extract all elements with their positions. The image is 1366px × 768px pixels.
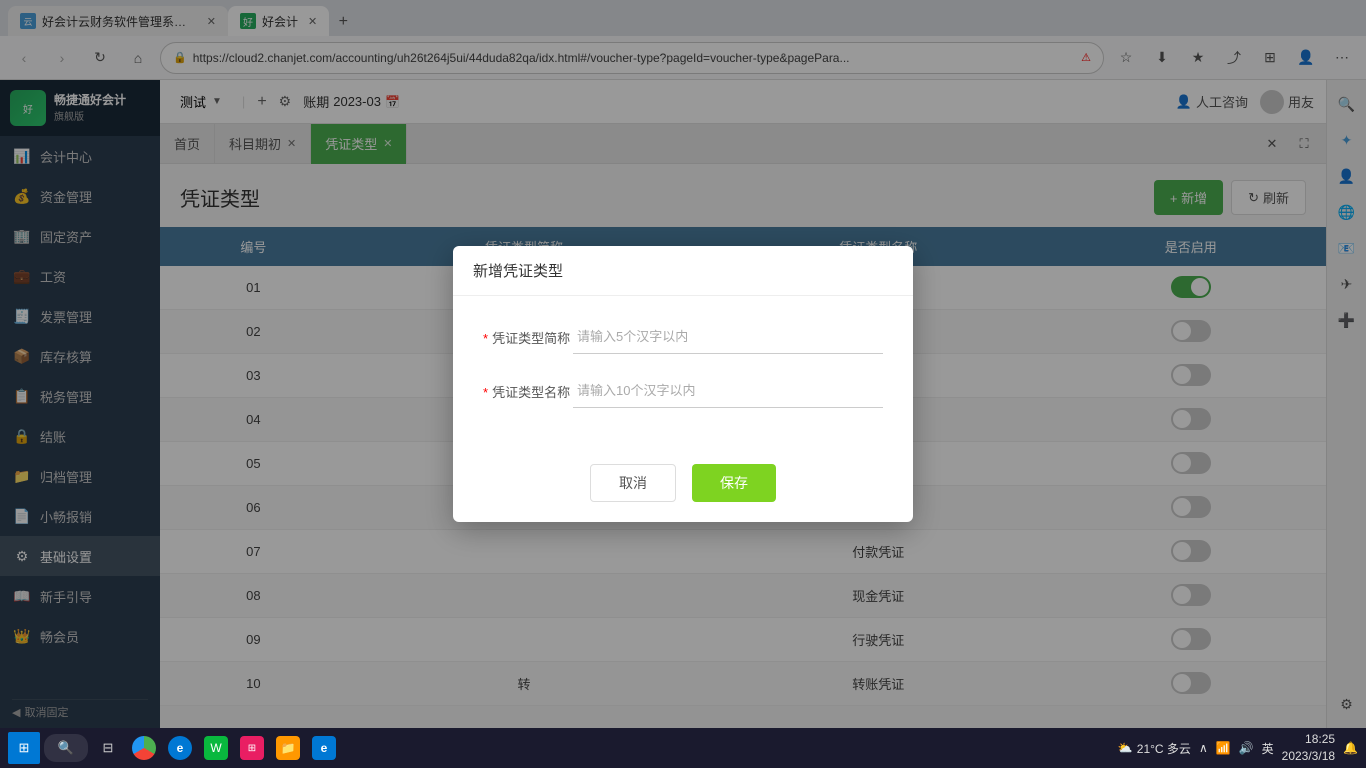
start-button[interactable]: ⊞ [8,732,40,764]
modal-body: *凭证类型简称 *凭证类型名称 [453,296,913,452]
taskbar-chrome[interactable] [128,732,160,764]
taskbar-multitasking[interactable]: ⊟ [92,732,124,764]
full-name-input[interactable] [573,374,883,408]
taskbar-app4[interactable]: ⊞ [236,732,268,764]
short-name-label: *凭证类型简称 [483,328,573,347]
taskbar-right: ⛅ 21°C 多云 ∧ 📶 🔊 英 18:25 2023/3/18 🔔 [1118,731,1358,765]
cancel-button[interactable]: 取消 [590,464,676,502]
full-name-label: *凭证类型名称 [483,382,573,401]
taskbar: ⊞ 🔍 ⊟ e W ⊞ 📁 e ⛅ 21°C 多云 ∧ 📶 🔊 英 18:25 … [0,728,1366,768]
taskbar-edge[interactable]: e [164,732,196,764]
volume-icon: 🔊 [1239,741,1254,755]
taskbar-files[interactable]: 📁 [272,732,304,764]
modal-footer: 取消 保存 [453,452,913,522]
add-voucher-modal: 新增凭证类型 *凭证类型简称 *凭证类型名称 取消 保存 [453,246,913,522]
taskbar-clock: 18:25 2023/3/18 [1282,731,1335,765]
wifi-icon: 📶 [1216,741,1231,755]
systray-expand[interactable]: ∧ [1199,741,1208,755]
short-name-input[interactable] [573,320,883,354]
language-indicator: 英 [1262,740,1274,757]
weather-icon: ⛅ [1118,741,1133,755]
clock-time: 18:25 [1282,731,1335,748]
form-group-short: *凭证类型简称 [483,320,883,354]
clock-date: 2023/3/18 [1282,748,1335,765]
modal-title: 新增凭证类型 [473,260,563,281]
systray: ⛅ 21°C 多云 [1118,740,1191,757]
modal-header: 新增凭证类型 [453,246,913,296]
notification-icon[interactable]: 🔔 [1343,741,1358,755]
taskbar-edge2[interactable]: e [308,732,340,764]
form-group-full: *凭证类型名称 [483,374,883,408]
taskbar-search[interactable]: 🔍 [44,734,88,762]
required-marker-2: * [483,385,488,400]
save-button[interactable]: 保存 [692,464,776,502]
taskbar-wechat[interactable]: W [200,732,232,764]
required-marker-1: * [483,331,488,346]
modal-overlay: 新增凭证类型 *凭证类型简称 *凭证类型名称 取消 保存 [0,0,1366,768]
weather-text: 21°C 多云 [1137,740,1191,757]
